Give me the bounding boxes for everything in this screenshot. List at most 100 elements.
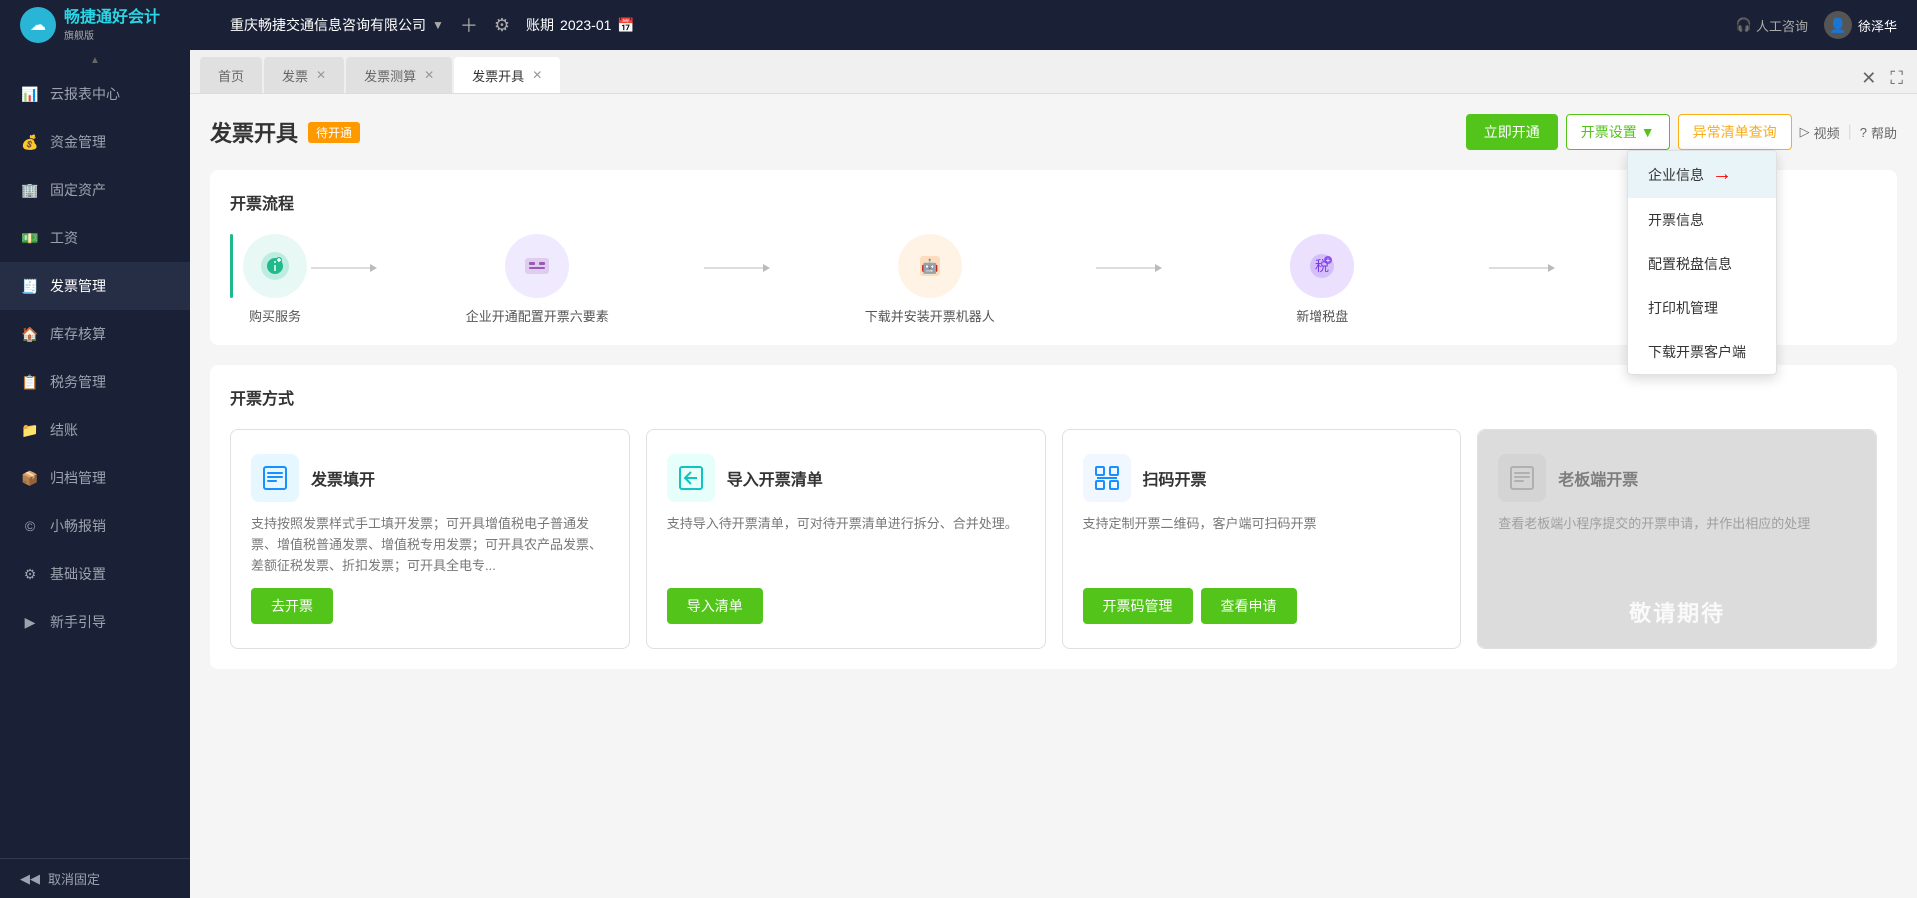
sidebar-label-settings: 基础设置 [50, 564, 106, 584]
tab-invoice-calc[interactable]: 发票测算 ✕ [346, 57, 452, 93]
company-name: 重庆畅捷交通信息咨询有限公司 [230, 15, 426, 35]
tab-invoice-calc-label: 发票测算 [364, 66, 416, 85]
sidebar-item-payroll[interactable]: 💵 工资 [0, 214, 190, 262]
tab-invoice[interactable]: 发票 ✕ [264, 57, 344, 93]
sidebar-bottom-label: 取消固定 [48, 869, 100, 888]
tab-invoice-calc-close[interactable]: ✕ [424, 68, 434, 82]
page-actions: 立即开通 开票设置 ▼ 异常清单查询 ▷ 视频 | ? 帮助 [1466, 114, 1897, 150]
tab-bar: 首页 发票 ✕ 发票测算 ✕ 发票开具 ✕ ✕ ⛶ [190, 50, 1917, 94]
sidebar-item-invoice[interactable]: 🧾 发票管理 [0, 262, 190, 310]
tab-home[interactable]: 首页 [200, 57, 262, 93]
content-area: 首页 发票 ✕ 发票测算 ✕ 发票开具 ✕ ✕ ⛶ [190, 50, 1917, 898]
sidebar-bottom-action[interactable]: ◀◀ 取消固定 [0, 858, 190, 898]
period-label: 账期 [526, 15, 554, 35]
billing-card-boss-desc: 查看老板端小程序提交的开票申请，并作出相应的处理 [1498, 514, 1856, 535]
inventory-icon: 🏠 [20, 324, 40, 344]
billing-card-import-header: 导入开票清单 [667, 454, 1025, 502]
dropdown-tax-config[interactable]: 配置税盘信息 [1628, 242, 1776, 286]
sidebar-label-inventory: 库存核算 [50, 324, 106, 344]
dropdown-invoice-info[interactable]: 开票信息 [1628, 198, 1776, 242]
separator: | [1848, 123, 1852, 141]
dropdown-company-info[interactable]: 企业信息 → [1628, 151, 1776, 198]
user-info: 👤 徐泽华 [1824, 11, 1897, 39]
sidebar-label-report: 小畅报销 [50, 516, 106, 536]
tab-close-button[interactable]: ✕ [1857, 64, 1880, 93]
asset-icon: 🏢 [20, 180, 40, 200]
flow-step-buy-icon [243, 234, 307, 298]
billing-card-import-desc: 支持导入待开票清单，可对待开票清单进行拆分、合并处理。 [667, 514, 1025, 535]
sidebar-scroll-up[interactable]: ▲ [0, 50, 190, 70]
add-icon[interactable]: ＋ [460, 12, 478, 38]
settings-icon[interactable]: ⚙ [494, 15, 510, 36]
video-label: 视频 [1814, 123, 1840, 142]
user-name: 徐泽华 [1858, 16, 1897, 35]
company-selector[interactable]: 重庆畅捷交通信息咨询有限公司 ▼ [230, 15, 444, 35]
sidebar: ▲ 📊 云报表中心 💰 资金管理 🏢 固定资产 💵 工资 🧾 发票管理 🏠 库存… [0, 50, 190, 898]
dropdown-printer-label: 打印机管理 [1648, 298, 1718, 318]
sidebar-item-guide[interactable]: ▶ 新手引导 [0, 598, 190, 646]
tab-invoice-close[interactable]: ✕ [316, 68, 326, 82]
sidebar-item-settings[interactable]: ⚙ 基础设置 [0, 550, 190, 598]
scan-qrcode-button[interactable]: 开票码管理 [1083, 588, 1193, 624]
manual-fill-button[interactable]: 去开票 [251, 588, 333, 624]
page-title: 发票开具 [210, 116, 298, 148]
svg-text:🤖: 🤖 [921, 258, 938, 275]
dropdown-download-client-label: 下载开票客户端 [1648, 342, 1746, 362]
settings-dropdown-arrow: ▼ [1641, 124, 1655, 140]
period-value: 2023-01 [560, 17, 611, 33]
sidebar-item-cloud-report[interactable]: 📊 云报表中心 [0, 70, 190, 118]
main-layout: ▲ 📊 云报表中心 💰 资金管理 🏢 固定资产 💵 工资 🧾 发票管理 🏠 库存… [0, 50, 1917, 898]
sidebar-item-inventory[interactable]: 🏠 库存核算 [0, 310, 190, 358]
billing-card-manual-fill: 发票填开 支持按照发票样式手工填开发票；可开具增值税电子普通发票、增值税普通发票… [230, 429, 630, 649]
help-button[interactable]: ? 帮助 [1860, 123, 1897, 142]
company-dropdown-arrow: ▼ [432, 18, 444, 32]
dropdown-printer[interactable]: 打印机管理 [1628, 286, 1776, 330]
billing-icon-scan [1083, 454, 1131, 502]
flow-step-enterprise-icon [505, 234, 569, 298]
billing-icon-manual-fill [251, 454, 299, 502]
flow-step-download-label: 下载并安装开票机器人 [865, 306, 995, 325]
flow-step-download: 🤖 下载并安装开票机器人 [768, 234, 1093, 325]
flow-step-enterprise: 企业开通配置开票六要素 [375, 234, 700, 325]
sidebar-item-archive[interactable]: 📦 归档管理 [0, 454, 190, 502]
activate-button[interactable]: 立即开通 [1466, 114, 1558, 150]
settings-button[interactable]: 开票设置 ▼ [1566, 114, 1670, 150]
tab-invoice-open-close[interactable]: ✕ [532, 68, 542, 82]
calendar-icon[interactable]: 📅 [617, 17, 634, 34]
billing-card-scan-footer: 开票码管理 查看申请 [1083, 588, 1441, 624]
dropdown-invoice-info-label: 开票信息 [1648, 210, 1704, 230]
question-icon: ? [1860, 125, 1867, 140]
billing-card-import-title: 导入开票清单 [727, 466, 823, 490]
logo-icon: ☁ [20, 7, 56, 43]
billing-card-scan-desc: 支持定制开票二维码，客户端可扫码开票 [1083, 514, 1441, 535]
billing-card-boss: 老板端开票 查看老板端小程序提交的开票申请，并作出相应的处理 敬请期待 [1477, 429, 1877, 649]
sidebar-item-tax[interactable]: 📋 税务管理 [0, 358, 190, 406]
flow-step-enterprise-label: 企业开通配置开票六要素 [466, 306, 609, 325]
flow-step-buy: 购买服务 [243, 234, 307, 325]
dropdown-download-client[interactable]: 下载开票客户端 [1628, 330, 1776, 374]
view-application-button[interactable]: 查看申请 [1201, 588, 1297, 624]
guide-icon: ▶ [20, 612, 40, 632]
billing-card-manual-fill-footer: 去开票 [251, 588, 609, 624]
anomaly-button[interactable]: 异常清单查询 [1678, 114, 1792, 150]
dropdown-tax-config-label: 配置税盘信息 [1648, 254, 1732, 274]
tab-invoice-open[interactable]: 发票开具 ✕ [454, 57, 560, 93]
sidebar-item-report[interactable]: © 小畅报销 [0, 502, 190, 550]
tab-maximize-button[interactable]: ⛶ [1886, 64, 1907, 93]
billing-card-manual-fill-title: 发票填开 [311, 466, 375, 490]
import-list-button[interactable]: 导入清单 [667, 588, 763, 624]
sidebar-label-invoice: 发票管理 [50, 276, 106, 296]
settings-button-label: 开票设置 [1581, 122, 1637, 142]
flow-step-taxdisk: 税+ 新增税盘 [1160, 234, 1485, 325]
flow-vertical-line [230, 234, 233, 298]
sidebar-item-fund[interactable]: 💰 资金管理 [0, 118, 190, 166]
sidebar-item-asset[interactable]: 🏢 固定资产 [0, 166, 190, 214]
support-button[interactable]: 🎧 人工咨询 [1736, 16, 1808, 35]
video-button[interactable]: ▷ 视频 [1800, 123, 1840, 142]
sidebar-label-fund: 资金管理 [50, 132, 106, 152]
billing-card-import-footer: 导入清单 [667, 588, 1025, 624]
tax-icon: 📋 [20, 372, 40, 392]
payroll-icon: 💵 [20, 228, 40, 248]
sidebar-item-closing[interactable]: 📁 结账 [0, 406, 190, 454]
billing-icon-boss [1498, 454, 1546, 502]
